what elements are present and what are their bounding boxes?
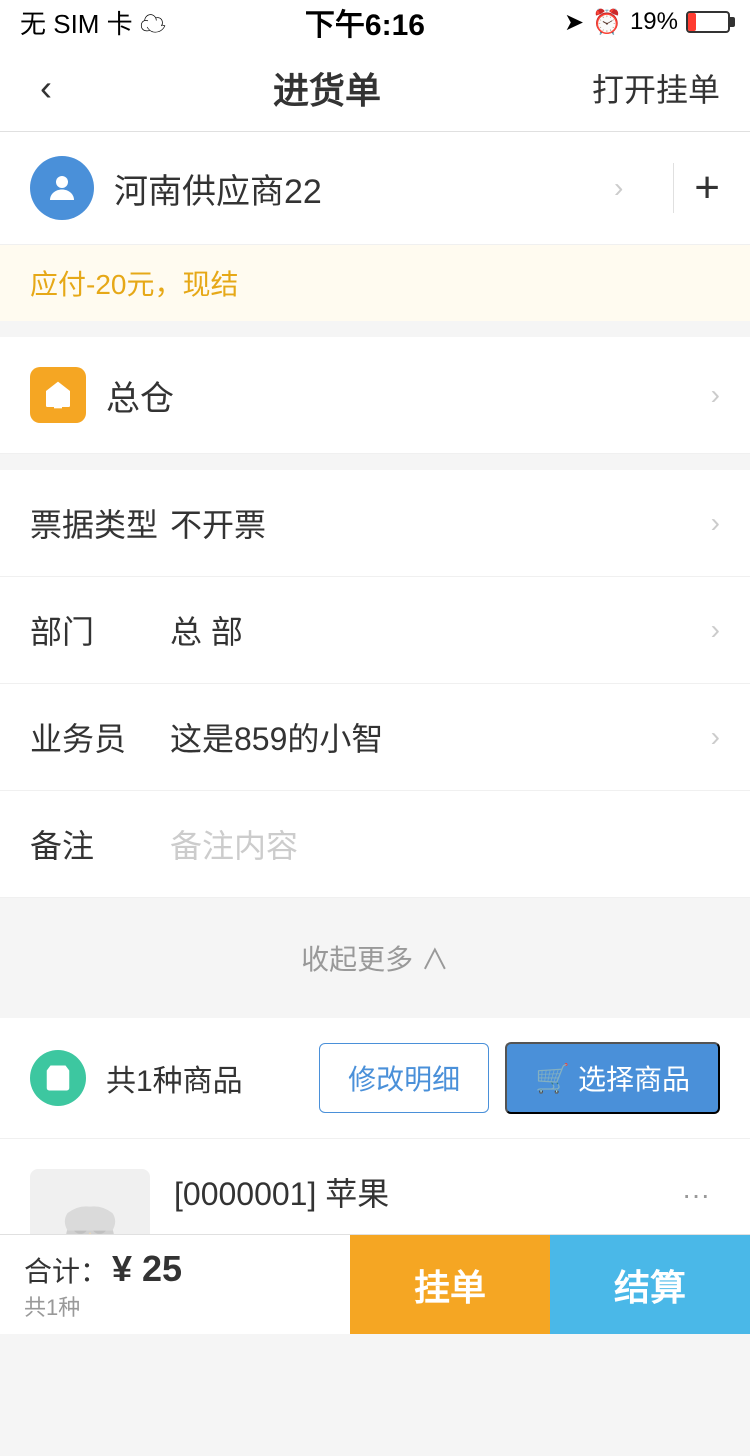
department-chevron-icon: ›	[711, 614, 720, 646]
products-icon-bg	[30, 1050, 86, 1106]
total-section: 合计： ¥ 25 共1种	[0, 1235, 350, 1334]
salesperson-value: 这是859的小智	[160, 714, 711, 760]
location-icon: ➤	[564, 8, 584, 37]
department-row[interactable]: 部门 总 部 ›	[0, 577, 750, 684]
add-supplier-button[interactable]: +	[694, 166, 720, 210]
hang-button[interactable]: 挂单	[350, 1235, 550, 1334]
total-sub: 共1种	[24, 1290, 326, 1322]
product-name: [0000001] 苹果	[174, 1169, 672, 1215]
remark-placeholder: 备注内容	[160, 821, 720, 867]
cart-icon	[43, 1063, 73, 1093]
warehouse-label: 总仓	[106, 371, 711, 420]
total-amount: ¥ 25	[112, 1248, 182, 1290]
invoice-type-label: 票据类型	[30, 500, 160, 546]
supplier-avatar	[30, 156, 94, 220]
status-left: 无 SIM 卡 ☁	[20, 4, 166, 41]
invoice-type-value: 不开票	[160, 500, 711, 546]
warehouse-section: 总仓 ›	[0, 337, 750, 454]
bottom-bar: 合计： ¥ 25 共1种 挂单 结算	[0, 1234, 750, 1334]
supplier-row[interactable]: 河南供应商22 › +	[0, 132, 750, 245]
select-product-button[interactable]: 🛒 选择商品	[505, 1042, 720, 1114]
products-count: 共1种商品	[106, 1056, 319, 1100]
open-hang-button[interactable]: 打开挂单	[592, 65, 720, 111]
battery-icon	[686, 11, 730, 33]
total-label: 合计：	[24, 1250, 108, 1290]
cart-add-icon: 🛒	[535, 1062, 570, 1095]
alarm-icon: ⏰	[592, 8, 622, 37]
chevron-right-icon: ›	[614, 172, 623, 204]
warehouse-row[interactable]: 总仓 ›	[0, 337, 750, 454]
settle-button[interactable]: 结算	[550, 1235, 750, 1334]
status-time: 下午6:16	[305, 0, 425, 44]
form-section: 票据类型 不开票 › 部门 总 部 › 业务员 这是859的小智 › 备注 备注…	[0, 470, 750, 898]
collapse-label: 收起更多 ∧	[301, 938, 449, 978]
supplier-name: 河南供应商22	[114, 164, 614, 213]
salesperson-chevron-icon: ›	[711, 721, 720, 753]
product-code: [0000001]	[174, 1176, 316, 1212]
warehouse-chevron-icon: ›	[711, 379, 720, 411]
supplier-section: 河南供应商22 › + 应付-20元，现结	[0, 132, 750, 321]
edit-detail-button[interactable]: 修改明细	[319, 1043, 489, 1113]
person-icon	[44, 170, 80, 206]
salesperson-row[interactable]: 业务员 这是859的小智 ›	[0, 684, 750, 791]
status-bar: 无 SIM 卡 ☁ 下午6:16 ➤ ⏰ 19%	[0, 0, 750, 44]
back-button[interactable]: ‹	[30, 57, 62, 119]
bottom-spacer	[0, 1336, 750, 1456]
battery-label: 19%	[630, 8, 678, 36]
divider	[673, 163, 674, 213]
home-icon	[42, 379, 74, 411]
page-title: 进货单	[273, 62, 381, 114]
remark-row[interactable]: 备注 备注内容	[0, 791, 750, 898]
info-banner: 应付-20元，现结	[0, 245, 750, 321]
remark-label: 备注	[30, 821, 160, 867]
status-right: ➤ ⏰ 19%	[564, 8, 730, 37]
department-label: 部门	[30, 607, 160, 653]
collapse-row[interactable]: 收起更多 ∧	[0, 914, 750, 1002]
battery-fill	[688, 13, 696, 31]
nav-bar: ‹ 进货单 打开挂单	[0, 44, 750, 132]
salesperson-label: 业务员	[30, 714, 160, 760]
products-header: 共1种商品 修改明细 🛒 选择商品	[0, 1018, 750, 1139]
warehouse-icon-bg	[30, 367, 86, 423]
sim-label: 无 SIM 卡 ☁	[20, 4, 166, 41]
invoice-type-row[interactable]: 票据类型 不开票 ›	[0, 470, 750, 577]
more-options-button[interactable]: ···	[672, 1169, 720, 1221]
invoice-chevron-icon: ›	[711, 507, 720, 539]
product-title: 苹果	[325, 1176, 389, 1212]
select-product-label: 选择商品	[578, 1058, 690, 1098]
department-value: 总 部	[160, 607, 711, 653]
